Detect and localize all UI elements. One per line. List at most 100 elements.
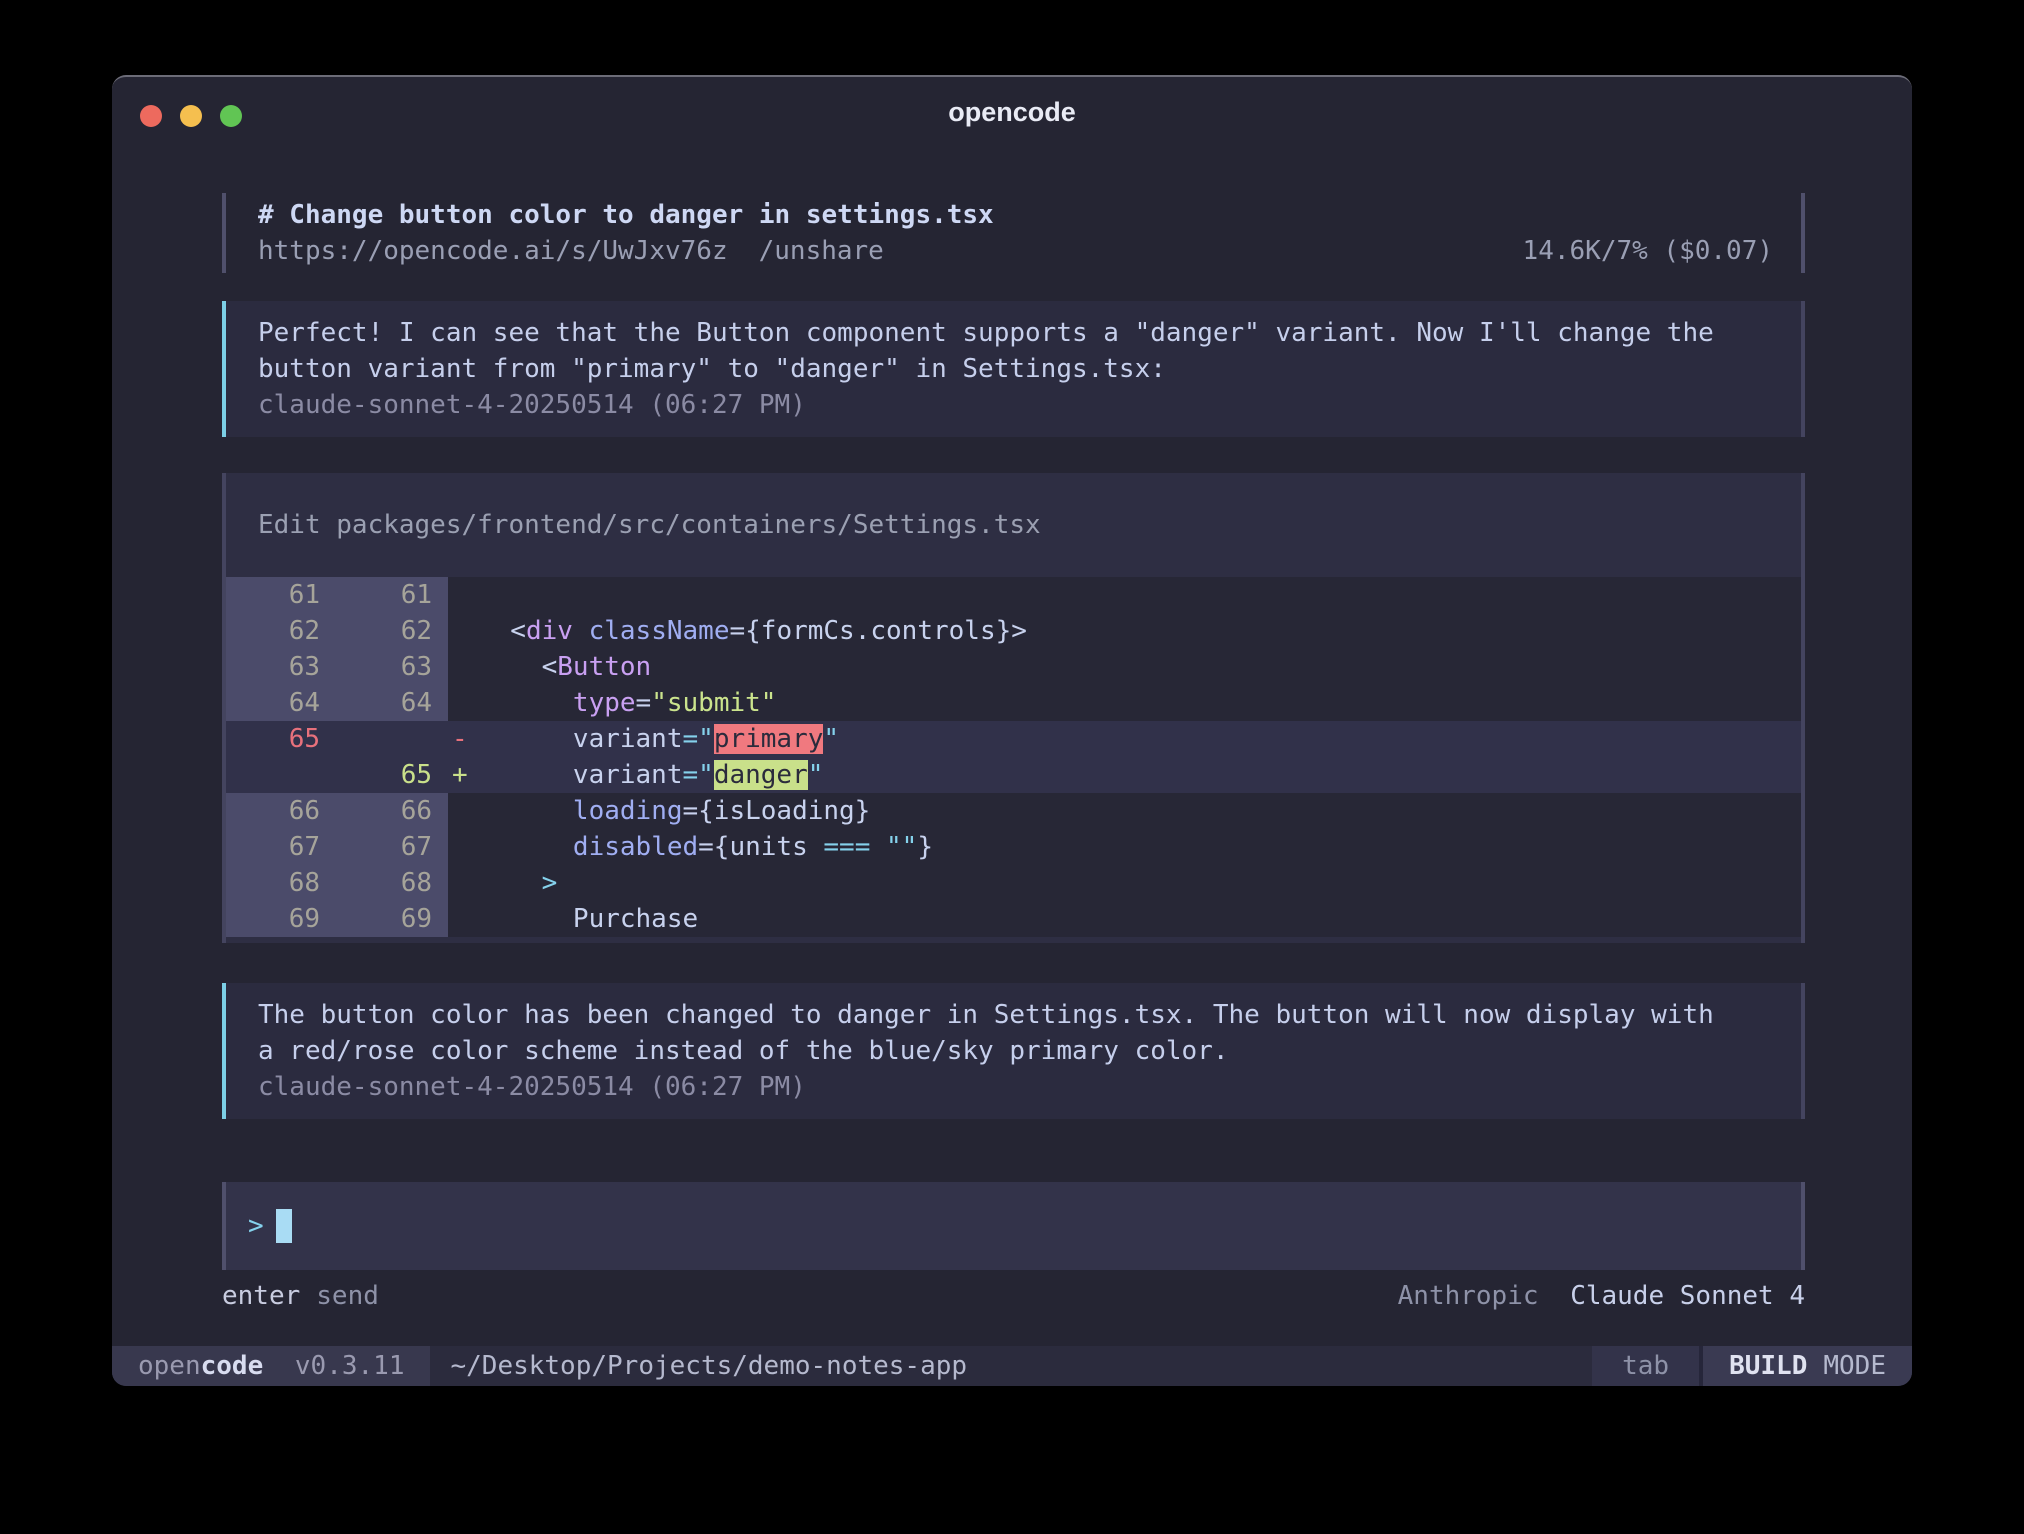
code-token: Purchase — [479, 904, 698, 934]
diff-row: 6464 type="submit" — [226, 685, 1801, 721]
model-name: Claude Sonnet 4 — [1570, 1281, 1805, 1311]
code-token: primary — [714, 724, 824, 754]
token-cost-stats: 14.6K/7% ($0.07) — [1523, 233, 1773, 269]
diff-code-line: <Button — [448, 649, 1801, 685]
code-token: === "" — [823, 832, 917, 862]
app-version-segment: opencode v0.3.11 — [112, 1346, 430, 1386]
text-cursor — [276, 1209, 292, 1243]
code-token: "submit" — [651, 688, 776, 718]
keybind-footer: enter send Anthropic Claude Sonnet 4 — [222, 1278, 1805, 1314]
session-title: # Change button color to danger in setti… — [258, 197, 1773, 233]
window-title: opencode — [112, 97, 1912, 128]
code-token: ={formCs.controls}> — [729, 616, 1026, 646]
mode-label: MODE — [1823, 1351, 1886, 1381]
app-version: v0.3.11 — [295, 1351, 405, 1381]
diff-row: 6161 — [226, 577, 1801, 613]
edit-tool-title: Edit packages/frontend/src/containers/Se… — [226, 473, 1801, 577]
code-token: = — [636, 688, 652, 718]
diff-old-line-number: 69 — [226, 901, 336, 937]
code-token: variant — [479, 760, 683, 790]
status-bar: opencode v0.3.11 ~/Desktop/Projects/demo… — [112, 1346, 1912, 1386]
build-mode-indicator[interactable]: BUILD MODE — [1703, 1346, 1912, 1386]
working-directory: ~/Desktop/Projects/demo-notes-app — [450, 1346, 967, 1386]
diff-new-line-number: 63 — [336, 649, 448, 685]
assistant-message-1: Perfect! I can see that the Button compo… — [222, 301, 1805, 437]
message-text-line: button variant from "primary" to "danger… — [258, 351, 1773, 387]
code-token — [479, 868, 542, 898]
diff-row: 6767 disabled={units === ""} — [226, 829, 1801, 865]
code-token: =" — [683, 724, 714, 754]
diff-new-line-number: 67 — [336, 829, 448, 865]
diff-code-line: + variant="danger" — [448, 757, 1801, 793]
code-token: " — [808, 760, 824, 790]
edit-tool-card: Edit packages/frontend/src/containers/Se… — [222, 473, 1805, 943]
diff-old-line-number: 67 — [226, 829, 336, 865]
provider-name: Anthropic — [1398, 1281, 1539, 1311]
code-token: loading — [573, 796, 683, 826]
code-token: div — [526, 616, 573, 646]
prompt-caret: > — [248, 1211, 264, 1241]
diff-new-line-number: 66 — [336, 793, 448, 829]
diff-row: 6262 <div className={formCs.controls}> — [226, 613, 1801, 649]
code-token: type — [573, 688, 636, 718]
session-content: # Change button color to danger in setti… — [222, 193, 1805, 1314]
model-timestamp: claude-sonnet-4-20250514 (06:27 PM) — [258, 1069, 1773, 1105]
diff-old-line-number — [226, 757, 336, 793]
share-url-link[interactable]: https://opencode.ai/s/UwJxv76z — [258, 233, 728, 269]
diff-row: 6969 Purchase — [226, 901, 1801, 937]
model-indicator: Anthropic Claude Sonnet 4 — [1398, 1278, 1805, 1314]
code-token — [573, 616, 589, 646]
diff-code-line: loading={isLoading} — [448, 793, 1801, 829]
diff-new-line-number: 62 — [336, 613, 448, 649]
code-token — [479, 688, 573, 718]
diff-removed-marker: - — [452, 721, 468, 757]
code-token: < — [479, 652, 557, 682]
diff-code-line: disabled={units === ""} — [448, 829, 1801, 865]
diff-new-line-number: 69 — [336, 901, 448, 937]
code-token: > — [542, 868, 558, 898]
diff-old-line-number: 63 — [226, 649, 336, 685]
tab-key-hint[interactable]: tab — [1592, 1346, 1699, 1386]
prompt-input[interactable]: > — [222, 1182, 1805, 1270]
diff-old-line-number: 61 — [226, 577, 336, 613]
diff-new-line-number: 65 — [336, 757, 448, 793]
mode-name: BUILD — [1729, 1351, 1807, 1381]
enter-key-hint: enter — [222, 1278, 300, 1314]
session-share-row: https://opencode.ai/s/UwJxv76z /unshare … — [258, 233, 1773, 269]
opencode-window: opencode # Change button color to danger… — [112, 75, 1912, 1386]
code-token — [479, 796, 573, 826]
diff-old-line-number: 64 — [226, 685, 336, 721]
unshare-command[interactable]: /unshare — [759, 233, 884, 269]
diff-new-line-number: 64 — [336, 685, 448, 721]
diff-new-line-number — [336, 721, 448, 757]
diff-new-line-number: 61 — [336, 577, 448, 613]
code-token: className — [589, 616, 730, 646]
code-token — [479, 832, 573, 862]
diff-code-line: - variant="primary" — [448, 721, 1801, 757]
diff-old-line-number: 66 — [226, 793, 336, 829]
code-token: danger — [714, 760, 808, 790]
diff-row: 6868 > — [226, 865, 1801, 901]
app-name-open: open — [138, 1351, 201, 1381]
diff-code-line: Purchase — [448, 901, 1801, 937]
model-timestamp: claude-sonnet-4-20250514 (06:27 PM) — [258, 387, 1773, 423]
diff-row: 65- variant="primary" — [226, 721, 1801, 757]
diff-code-line — [448, 577, 1801, 613]
message-text-line: a red/rose color scheme instead of the b… — [258, 1033, 1773, 1069]
app-name-code: code — [201, 1351, 264, 1381]
assistant-message-2: The button color has been changed to dan… — [222, 983, 1805, 1119]
diff-code-line: type="submit" — [448, 685, 1801, 721]
diff-row: 6666 loading={isLoading} — [226, 793, 1801, 829]
diff-row: 65+ variant="danger" — [226, 757, 1801, 793]
code-token: disabled — [573, 832, 698, 862]
code-token: Button — [557, 652, 651, 682]
session-header: # Change button color to danger in setti… — [222, 193, 1805, 273]
code-token: " — [823, 724, 839, 754]
code-token: ={units — [698, 832, 823, 862]
diff-old-line-number: 68 — [226, 865, 336, 901]
window-titlebar: opencode — [112, 77, 1912, 149]
code-token: =" — [683, 760, 714, 790]
diff-row: 6363 <Button — [226, 649, 1801, 685]
diff-added-marker: + — [452, 757, 468, 793]
code-token: ={isLoading} — [683, 796, 871, 826]
